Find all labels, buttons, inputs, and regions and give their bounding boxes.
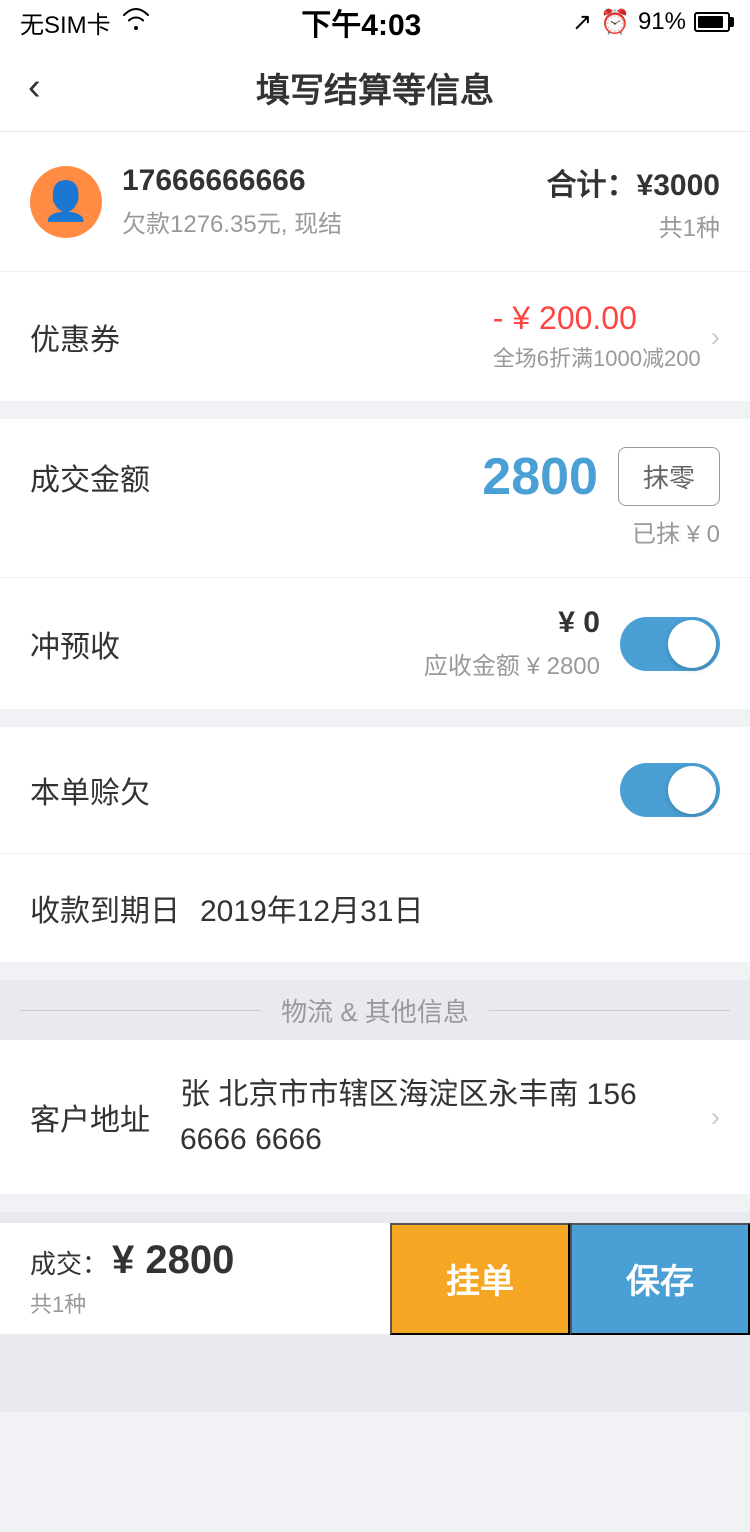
prereceive-receivable: 应收金额 ¥ 2800 — [424, 646, 600, 681]
status-bar: 无SIM卡 下午4:03 ↗ ⏰ 91% — [0, 0, 750, 44]
save-button[interactable]: 保存 — [570, 1223, 750, 1335]
bottom-summary: 成交： ¥ 2800 共1种 — [0, 1238, 390, 1319]
divider-line-left — [20, 1010, 261, 1011]
prereceive-amount: ¥ 0 — [424, 606, 600, 640]
bottom-deal-label: 成交： — [30, 1244, 108, 1281]
chevron-right-icon: › — [711, 321, 720, 353]
alarm-icon: ⏰ — [600, 8, 630, 37]
coupon-discount: - ¥ 200.00 — [493, 300, 701, 337]
address-row[interactable]: 客户地址 张 北京市市辖区海淀区永丰南 156 6666 6666 › — [0, 1040, 750, 1194]
duedate-label: 收款到期日 — [30, 886, 180, 930]
status-time: 下午4:03 — [301, 0, 421, 44]
divider-line-right — [489, 1010, 730, 1011]
debt-row: 本单赊欠 — [0, 727, 750, 853]
total-amount: 合计：¥3000 — [547, 160, 720, 204]
status-left: 无SIM卡 — [20, 5, 151, 40]
debt-label: 本单赊欠 — [30, 768, 150, 812]
wifi-icon — [121, 8, 151, 37]
address-label: 客户地址 — [30, 1095, 150, 1139]
prereceive-toggle[interactable] — [620, 617, 720, 671]
customer-right: 合计：¥3000 共1种 — [547, 160, 720, 243]
battery-icon — [694, 12, 730, 32]
customer-left: 👤 17666666666 欠款1276.35元, 现结 — [30, 164, 342, 239]
deal-sub: 已抹 ¥ 0 — [30, 514, 720, 549]
back-button[interactable]: ‹ — [28, 66, 41, 109]
location-icon: ↗ — [572, 8, 592, 37]
prereceive-row: 冲预收 ¥ 0 应收金额 ¥ 2800 — [0, 577, 750, 709]
toggle-knob — [668, 620, 716, 668]
customer-info: 17666666666 欠款1276.35元, 现结 — [122, 164, 342, 239]
deal-amount-row: 成交金额 2800 抹零 已抹 ¥ 0 — [0, 419, 750, 577]
round-button[interactable]: 抹零 — [618, 447, 720, 506]
debt-toggle-knob — [668, 766, 716, 814]
battery-percent: 91% — [638, 8, 686, 36]
debt-section: 本单赊欠 收款到期日 2019年12月31日 — [0, 727, 750, 962]
status-right: ↗ ⏰ 91% — [572, 8, 730, 37]
page-title: 填写结算等信息 — [256, 63, 494, 112]
customer-debt: 欠款1276.35元, 现结 — [122, 204, 342, 239]
bottom-amount: ¥ 2800 — [112, 1238, 234, 1283]
sim-status: 无SIM卡 — [20, 5, 111, 40]
customer-row: 👤 17666666666 欠款1276.35元, 现结 合计：¥3000 共1… — [0, 132, 750, 271]
address-chevron-icon: › — [711, 1101, 720, 1133]
address-section: 客户地址 张 北京市市辖区海淀区永丰南 156 6666 6666 › — [0, 1040, 750, 1194]
deal-amount: 2800 — [482, 451, 598, 503]
duedate-row: 收款到期日 2019年12月31日 — [0, 853, 750, 962]
prereceive-label: 冲预收 — [30, 622, 120, 666]
avatar-icon: 👤 — [42, 180, 89, 224]
logistics-divider: 物流 & 其他信息 — [0, 980, 750, 1040]
bottom-count: 共1种 — [30, 1287, 360, 1319]
nav-bar: ‹ 填写结算等信息 — [0, 44, 750, 132]
avatar: 👤 — [30, 166, 102, 238]
address-value: 张 北京市市辖区海淀区永丰南 156 6666 6666 — [180, 1072, 711, 1162]
customer-section: 👤 17666666666 欠款1276.35元, 现结 合计：¥3000 共1… — [0, 132, 750, 401]
divider-text: 物流 & 其他信息 — [281, 992, 469, 1029]
deal-label: 成交金额 — [30, 455, 150, 499]
customer-phone: 17666666666 — [122, 164, 342, 198]
deal-section: 成交金额 2800 抹零 已抹 ¥ 0 冲预收 ¥ 0 应收金额 ¥ 2800 — [0, 419, 750, 709]
coupon-desc: 全场6折满1000减200 — [493, 341, 701, 373]
duedate-value: 2019年12月31日 — [200, 886, 423, 930]
coupon-row[interactable]: 优惠券 - ¥ 200.00 全场6折满1000减200 › — [0, 271, 750, 401]
bottom-bar: 成交： ¥ 2800 共1种 挂单 保存 — [0, 1222, 750, 1334]
debt-toggle[interactable] — [620, 763, 720, 817]
total-count: 共1种 — [547, 208, 720, 243]
pending-button[interactable]: 挂单 — [390, 1223, 570, 1335]
coupon-label: 优惠券 — [30, 315, 120, 359]
